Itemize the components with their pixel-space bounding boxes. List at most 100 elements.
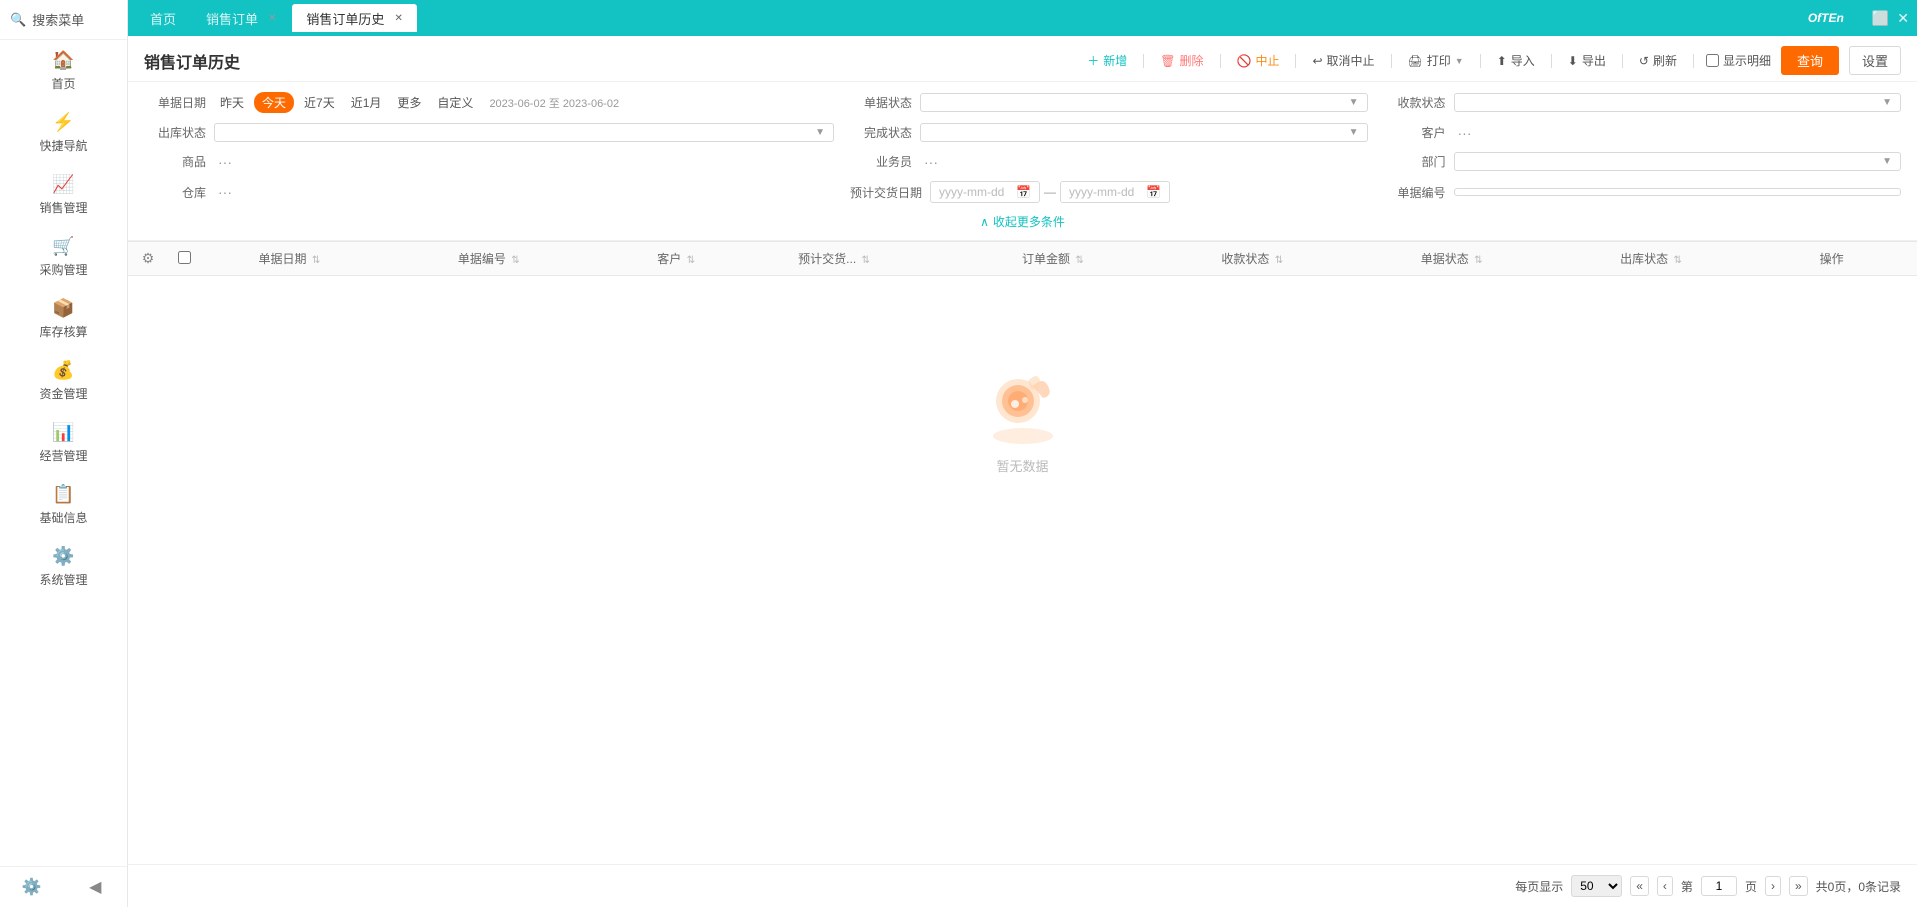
goods-select-btn[interactable]: ···	[218, 154, 232, 170]
print-button[interactable]: 🖨 打印 ▼	[1404, 49, 1468, 72]
date-7days[interactable]: 近7天	[298, 92, 341, 113]
date-more[interactable]: 更多	[391, 92, 427, 113]
filter-order-number-item: 单据编号	[1384, 184, 1902, 201]
stop-button[interactable]: 🚫 中止	[1233, 49, 1284, 72]
filter-date-item: 单据日期 昨天 今天 近7天 近1月 更多 自定义 2023-06-02 至 2…	[144, 92, 834, 113]
settings-button[interactable]: 设置	[1849, 46, 1901, 75]
prev-page-btn[interactable]: ‹	[1657, 876, 1673, 896]
divider-4	[1391, 54, 1392, 68]
cancel-stop-icon: ↩	[1312, 54, 1322, 68]
sidebar-item-home[interactable]: 🏠 首页	[0, 40, 127, 102]
last-page-btn[interactable]: »	[1789, 876, 1808, 896]
expected-date-label: 预计交货日期	[850, 184, 930, 201]
department-arrow: ▼	[1882, 156, 1892, 167]
divider-5	[1480, 54, 1481, 68]
refresh-button[interactable]: ↺ 刷新	[1635, 49, 1681, 72]
th-amount[interactable]: 订单金额 ⇅	[1012, 242, 1211, 276]
sidebar-search[interactable]: 🔍 搜索菜单	[0, 0, 127, 40]
delete-button[interactable]: 🗑 删除	[1156, 49, 1207, 72]
th-operation: 操作	[1810, 242, 1917, 276]
finance-icon: 💰	[52, 360, 74, 381]
expected-date-to-input[interactable]: yyyy-mm-dd 📅	[1060, 181, 1170, 203]
th-delivery-status-label: 出库状态	[1620, 252, 1668, 266]
payment-status-select[interactable]: ▼	[1454, 93, 1902, 112]
import-button[interactable]: ⬆ 导入	[1493, 49, 1539, 72]
table-area: ⚙ 单据日期 ⇅ 单据编号 ⇅	[128, 241, 1917, 864]
query-button[interactable]: 查询	[1781, 46, 1839, 75]
order-status-label: 单据状态	[850, 94, 920, 111]
tab-sales-order-history-close[interactable]: ✕	[394, 13, 402, 24]
sidebar-item-basic-info[interactable]: 📋 基础信息	[0, 474, 127, 536]
refresh-icon: ↺	[1639, 54, 1649, 68]
th-delivery-status[interactable]: 出库状态 ⇅	[1610, 242, 1809, 276]
tab-sales-order-history[interactable]: 销售订单历史 ✕	[292, 4, 416, 32]
date-custom[interactable]: 自定义	[431, 92, 479, 113]
order-number-input[interactable]	[1454, 188, 1902, 196]
sidebar-item-finance[interactable]: 💰 资金管理	[0, 350, 127, 412]
print-arrow: ▼	[1455, 56, 1464, 66]
date-filter: 昨天 今天 近7天 近1月 更多 自定义 2023-06-02 至 2023-0…	[214, 92, 619, 113]
table-settings-icon[interactable]: ⚙	[142, 250, 155, 266]
warehouse-select-btn[interactable]: ···	[218, 184, 232, 200]
tab-home[interactable]: 首页	[136, 4, 190, 32]
purchase-mgmt-icon: 🛒	[52, 236, 74, 257]
tab-sales-order-close[interactable]: ✕	[268, 13, 276, 24]
expected-date-from-input[interactable]: yyyy-mm-dd 📅	[930, 181, 1040, 203]
th-date[interactable]: 单据日期 ⇅	[248, 242, 447, 276]
th-order-status[interactable]: 单据状态 ⇅	[1411, 242, 1610, 276]
sidebar-item-system-mgmt[interactable]: ⚙️ 系统管理	[0, 536, 127, 598]
export-button[interactable]: ⬇ 导出	[1564, 49, 1610, 72]
filter-expected-date-item: 预计交货日期 yyyy-mm-dd 📅 — yyyy-mm-dd 📅	[850, 181, 1368, 203]
tab-sales-order[interactable]: 销售订单 ✕	[192, 4, 290, 32]
page-header: 销售订单历史 ＋ 新增 🗑 删除 🚫 中止 ↩	[128, 36, 1917, 82]
sidebar-item-sales-mgmt[interactable]: 📈 销售管理	[0, 164, 127, 226]
th-expected-date[interactable]: 预计交货... ⇅	[788, 242, 1012, 276]
sidebar: 🔍 搜索菜单 🏠 首页 ⚡ 快捷导航 📈 销售管理 🛒 采购管理 📦 库存核算 …	[0, 0, 128, 907]
completion-status-select[interactable]: ▼	[920, 123, 1368, 142]
sort-delivery-status-icon: ⇅	[1674, 255, 1682, 266]
window-close-btn[interactable]: ✕	[1897, 10, 1909, 27]
sidebar-item-sales-mgmt-label: 销售管理	[39, 199, 87, 216]
expected-date-to-placeholder: yyyy-mm-dd	[1069, 185, 1134, 199]
window-restore-btn[interactable]: ⬜	[1872, 10, 1889, 27]
salesperson-label: 业务员	[850, 153, 920, 170]
sidebar-item-operations[interactable]: 📊 经营管理	[0, 412, 127, 474]
new-button[interactable]: ＋ 新增	[1083, 49, 1131, 72]
sidebar-item-inventory[interactable]: 📦 库存核算	[0, 288, 127, 350]
first-page-btn[interactable]: «	[1630, 876, 1649, 896]
divider-6	[1551, 54, 1552, 68]
current-page-input[interactable]	[1701, 876, 1737, 896]
date-yesterday[interactable]: 昨天	[214, 92, 250, 113]
sidebar-collapse-btn[interactable]: ◀	[64, 867, 128, 907]
salesperson-select-btn[interactable]: ···	[924, 154, 938, 170]
filter-goods-item: 商品 ···	[144, 153, 834, 170]
date-1month[interactable]: 近1月	[345, 92, 388, 113]
department-select[interactable]: ▼	[1454, 152, 1902, 171]
sidebar-search-label: 搜索菜单	[32, 10, 84, 29]
system-mgmt-icon: ⚙️	[52, 546, 74, 567]
customer-select-btn[interactable]: ···	[1458, 125, 1472, 141]
total-text: 共0页，0条记录	[1816, 878, 1901, 895]
order-status-select[interactable]: ▼	[920, 93, 1368, 112]
th-number[interactable]: 单据编号 ⇅	[448, 242, 647, 276]
th-order-status-label: 单据状态	[1421, 252, 1469, 266]
completion-status-label: 完成状态	[850, 124, 920, 141]
divider-1	[1143, 54, 1144, 68]
th-payment-status[interactable]: 收款状态 ⇅	[1211, 242, 1410, 276]
date-today[interactable]: 今天	[254, 92, 294, 113]
next-page-btn[interactable]: ›	[1765, 876, 1781, 896]
delete-label: 删除	[1179, 52, 1203, 69]
customer-label: 客户	[1384, 124, 1454, 141]
sidebar-item-quick-nav[interactable]: ⚡ 快捷导航	[0, 102, 127, 164]
filter-collapse-btn[interactable]: ∧ 收起更多条件	[144, 213, 1901, 230]
show-detail-checkbox[interactable]	[1706, 54, 1719, 67]
select-all-checkbox[interactable]	[178, 251, 191, 264]
page-size-select[interactable]: 50 10 20 100	[1571, 875, 1622, 897]
th-customer[interactable]: 客户 ⇅	[647, 242, 788, 276]
sidebar-settings-btn[interactable]: ⚙️	[0, 867, 64, 907]
cancel-stop-button[interactable]: ↩ 取消中止	[1308, 49, 1378, 72]
delivery-status-select[interactable]: ▼	[214, 123, 834, 142]
sidebar-item-purchase-mgmt[interactable]: 🛒 采购管理	[0, 226, 127, 288]
filter-row-3: 商品 ··· 业务员 ··· 部门 ▼	[144, 152, 1901, 171]
calendar-to-icon: 📅	[1146, 185, 1161, 199]
